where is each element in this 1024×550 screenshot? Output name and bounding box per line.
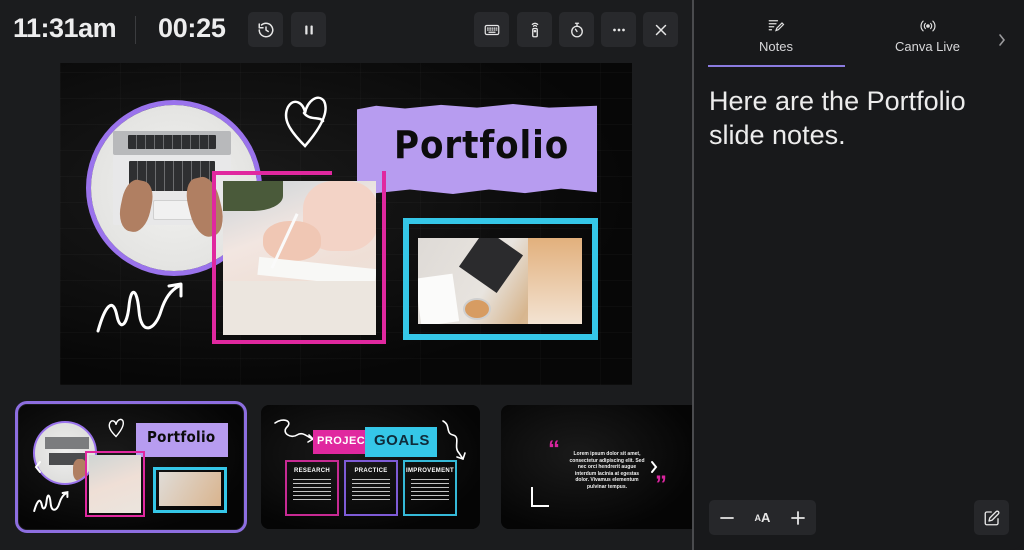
thumbnail-title: Portfolio [147, 428, 216, 446]
swirl-down-arrow-icon [442, 420, 466, 461]
timer-button[interactable] [559, 12, 594, 47]
stopwatch-icon [570, 22, 583, 37]
more-options-button[interactable] [601, 12, 636, 47]
edit-notes-button[interactable] [974, 500, 1009, 535]
goals-column-research: RESEARCH [285, 460, 339, 516]
thumbnail-title-goals: GOALS [374, 432, 430, 449]
tab-canva-live[interactable]: Canva Live [880, 18, 975, 56]
keyboard-icon [484, 24, 499, 35]
reset-timer-button[interactable] [248, 12, 283, 47]
more-horizontal-icon [612, 28, 625, 31]
quote-text: Lorem ipsum dolor sit amet, consectetur … [569, 451, 645, 490]
font-size-icon: A [761, 510, 771, 525]
corner-doodle [531, 487, 533, 507]
minus-icon [719, 516, 734, 519]
swirl-arrow-icon [274, 419, 315, 443]
goals-column-practice: PRACTICE [344, 460, 398, 516]
working-photo [418, 238, 582, 324]
close-icon [655, 24, 666, 35]
heart-doodle-icon [284, 96, 327, 148]
keyboard-shortcuts-button[interactable] [474, 12, 509, 47]
current-slide[interactable]: Portfolio [60, 63, 632, 385]
close-button[interactable] [643, 12, 678, 47]
divider [135, 16, 136, 44]
slide-thumbnail-2[interactable]: PROJECT GOALS RESEARCH PRACTICE IMPROVEM… [261, 405, 480, 529]
tabs-scroll-right-icon[interactable] [997, 33, 1007, 47]
notes-panel [694, 0, 1024, 550]
writing-photo [223, 181, 376, 335]
active-tab-indicator [708, 65, 845, 67]
history-icon [258, 22, 273, 37]
squiggle-arrow-icon [96, 282, 183, 333]
increase-font-button[interactable] [783, 503, 813, 533]
font-size-controls: AA [709, 500, 816, 535]
tab-notes-label: Notes [759, 39, 793, 54]
pause-button[interactable] [291, 12, 326, 47]
close-quote-icon: ” [655, 471, 667, 498]
slide-thumbnail-3[interactable]: “ Lorem ipsum dolor sit amet, consectetu… [501, 405, 692, 529]
next-slide-icon[interactable] [649, 460, 659, 474]
font-size-label: AA [754, 510, 771, 525]
current-time: 11:31am [13, 13, 117, 43]
thumbnail-squiggle-icon [33, 491, 69, 512]
notes-icon [768, 20, 785, 32]
plus-icon [791, 510, 806, 525]
tab-canva-live-label: Canva Live [894, 39, 961, 54]
slide-title: Portfolio [394, 123, 570, 167]
pause-icon [304, 25, 313, 34]
elapsed-timer: 00:25 [158, 13, 226, 43]
remote-icon [531, 22, 538, 37]
remote-control-button[interactable] [517, 12, 552, 47]
thumbnail-heart-icon [108, 418, 124, 438]
presenter-view: 11:31am 00:25 Portfolio Portfolio PROJEC… [0, 0, 692, 550]
decrease-font-button[interactable] [712, 503, 742, 533]
edit-icon [984, 510, 999, 525]
broadcast-icon [919, 20, 936, 32]
goals-column-improvement: IMPROVEMENT [403, 460, 457, 516]
tab-notes[interactable]: Notes [740, 18, 812, 56]
open-quote-icon: “ [548, 436, 560, 463]
speaker-notes[interactable]: Here are the Portfolio slide notes. [709, 84, 1014, 152]
previous-slide-icon[interactable] [33, 460, 43, 474]
slide-thumbnail-1[interactable]: Portfolio [15, 401, 247, 533]
